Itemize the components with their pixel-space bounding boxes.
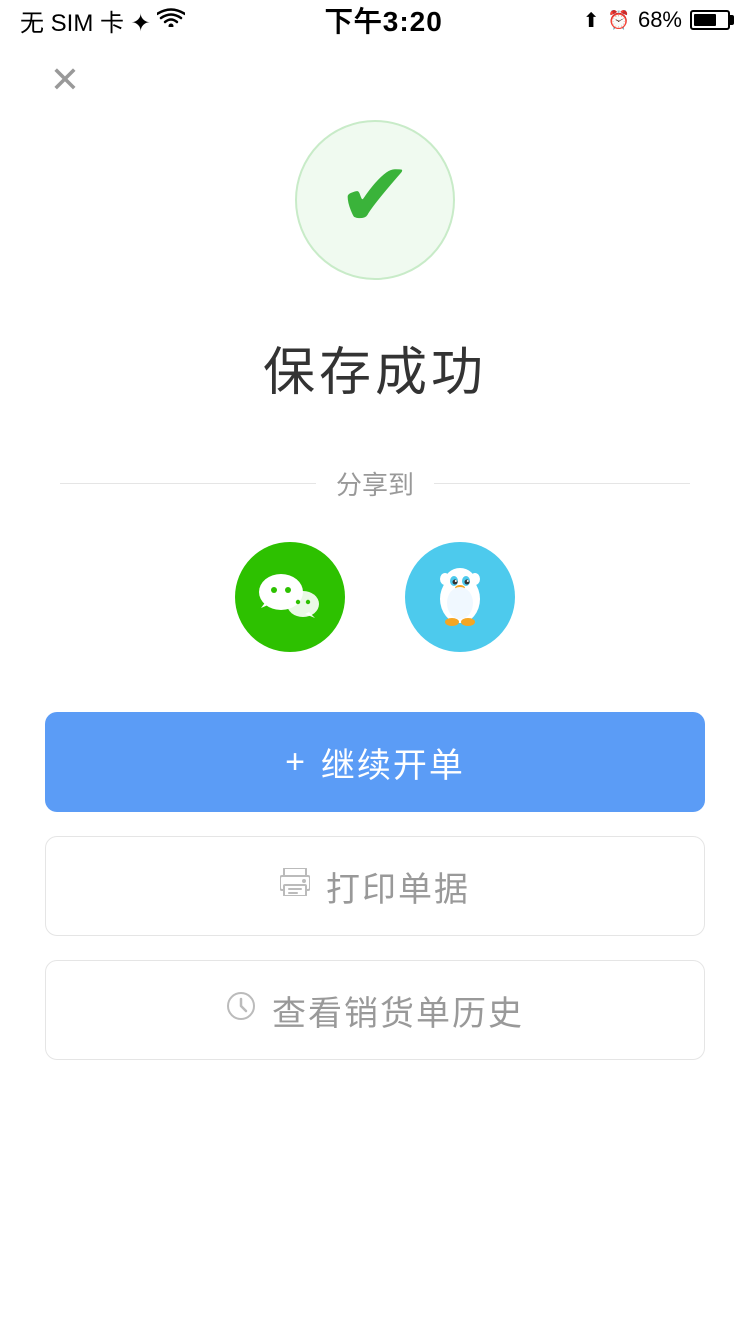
location-icon: ⬆: [583, 8, 600, 33]
history-button[interactable]: 查看销货单历史: [45, 960, 705, 1060]
history-icon: [226, 991, 256, 1029]
wechat-button[interactable]: [235, 542, 345, 652]
status-right: ⬆ ⏰ 68%: [583, 7, 730, 33]
no-sim-text: 无 SIM 卡 ✦: [20, 3, 151, 38]
share-section: 分享到: [0, 465, 750, 652]
history-label: 查看销货单历史: [272, 986, 524, 1035]
share-label: 分享到: [336, 465, 414, 502]
share-divider: 分享到: [0, 465, 750, 502]
close-button[interactable]: ✕: [40, 55, 90, 105]
print-button[interactable]: 打印单据: [45, 836, 705, 936]
battery-percent: 68%: [638, 7, 682, 33]
continue-label: 继续开单: [321, 738, 465, 787]
success-circle: ✔: [295, 120, 455, 280]
buttons-section: + 继续开单 打印单据: [0, 712, 750, 1060]
qq-button[interactable]: [405, 542, 515, 652]
main-content: ✔ 保存成功 分享到: [0, 40, 750, 1060]
continue-button[interactable]: + 继续开单: [45, 712, 705, 812]
divider-right: [434, 483, 690, 484]
divider-left: [60, 483, 316, 484]
wifi-icon: [157, 6, 185, 34]
print-icon: [280, 868, 310, 904]
success-title: 保存成功: [263, 330, 487, 405]
close-icon: ✕: [50, 62, 80, 98]
battery-icon: [690, 10, 730, 30]
print-label: 打印单据: [326, 862, 470, 911]
checkmark-icon: ✔: [337, 151, 412, 241]
alarm-icon: ⏰: [608, 10, 630, 31]
status-left: 无 SIM 卡 ✦: [20, 3, 185, 38]
share-icons: [235, 542, 515, 652]
status-bar: 无 SIM 卡 ✦ 下午3:20 ⬆ ⏰ 68%: [0, 0, 750, 40]
wechat-icon-svg: [255, 562, 325, 632]
qq-icon-svg: [428, 565, 493, 630]
continue-icon: +: [285, 743, 305, 782]
status-time: 下午3:20: [325, 0, 443, 40]
